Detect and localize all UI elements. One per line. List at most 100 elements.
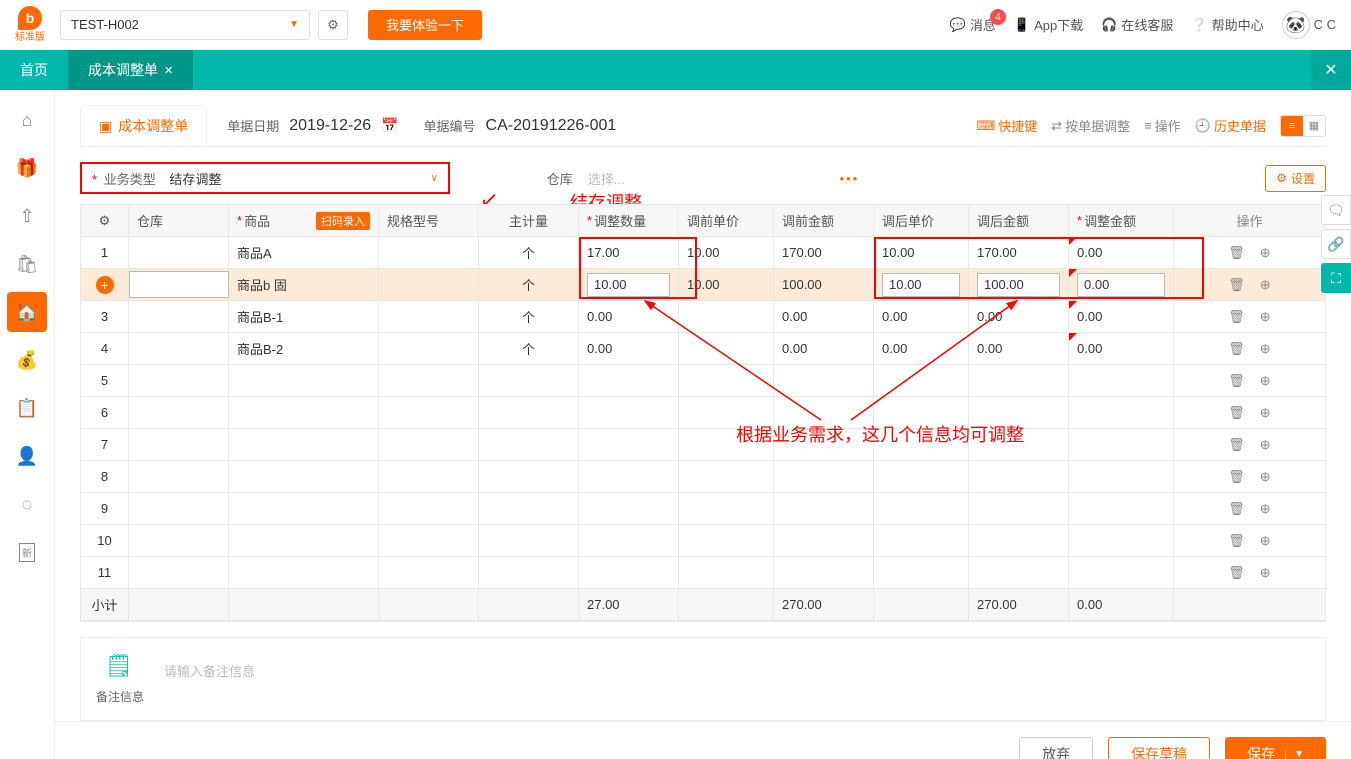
col-spec: 规格型号: [379, 205, 479, 236]
sidebar-gift[interactable]: 🎁: [7, 148, 47, 188]
copy-row-button[interactable]: ⊕: [1260, 341, 1271, 357]
rail-expand[interactable]: ⛶: [1321, 263, 1351, 293]
notes-icon: 🗒: [105, 653, 135, 683]
table-row[interactable]: 4商品B-2个0.000.000.000.000.00🗑⊕: [81, 333, 1325, 365]
copy-row-button[interactable]: ⊕: [1260, 501, 1271, 517]
delete-row-button[interactable]: 🗑: [1228, 277, 1245, 293]
more-icon[interactable]: •••: [840, 171, 860, 186]
warehouse-icon: 🏠: [16, 302, 38, 323]
history-link[interactable]: 🕘历史单据: [1195, 116, 1266, 135]
copy-row-button[interactable]: ⊕: [1260, 405, 1271, 421]
org-select-value: TEST-H002: [71, 17, 139, 32]
sidebar-loading[interactable]: ◌: [7, 484, 47, 524]
close-icon[interactable]: ✕: [164, 64, 173, 77]
copy-row-button[interactable]: ⊕: [1260, 469, 1271, 485]
copy-row-button[interactable]: ⊕: [1260, 565, 1271, 581]
delete-row-button[interactable]: 🗑: [1228, 469, 1245, 485]
table-header: ⚙ 仓库 *商品扫码录入 规格型号 主计量 *调整数量 调前单价 调前金额 调后…: [81, 205, 1325, 237]
rail-note[interactable]: 🗨: [1321, 195, 1351, 225]
scan-button[interactable]: 扫码录入: [316, 212, 370, 230]
operation-link[interactable]: ≡操作: [1144, 116, 1181, 135]
app-download-link[interactable]: 📱 App下载: [1014, 15, 1083, 34]
org-settings-button[interactable]: ⚙: [318, 10, 348, 40]
copy-row-button[interactable]: ⊕: [1260, 373, 1271, 389]
delete-row-button[interactable]: 🗑: [1228, 533, 1245, 549]
table-row[interactable]: 3商品B-1个0.000.000.000.000.00🗑⊕: [81, 301, 1325, 333]
biztype-select[interactable]: * 业务类型 结存调整 ∨: [80, 162, 450, 194]
rail-link[interactable]: 🔗: [1321, 229, 1351, 259]
sidebar-new[interactable]: 新: [7, 532, 47, 572]
add-row-button[interactable]: +: [96, 276, 114, 294]
logo-icon: b: [18, 6, 42, 30]
service-link[interactable]: 🎧 在线客服: [1101, 15, 1173, 34]
link-icon: 🔗: [1327, 236, 1344, 253]
table-row[interactable]: 1商品A个17.0010.00170.0010.00170.000.00🗑⊕: [81, 237, 1325, 269]
copy-row-button[interactable]: ⊕: [1260, 277, 1271, 293]
tab-home[interactable]: 首页: [0, 50, 68, 90]
delete-row-button[interactable]: 🗑: [1228, 437, 1245, 453]
copy-row-button[interactable]: ⊕: [1260, 533, 1271, 549]
main: ▣ 成本调整单 单据日期 2019-12-26 📅 单据编号 CA-201912…: [55, 90, 1351, 759]
sidebar-upload[interactable]: ⇧: [7, 196, 47, 236]
table-row[interactable]: 10🗑⊕: [81, 525, 1325, 557]
table-row[interactable]: 11🗑⊕: [81, 557, 1325, 589]
doc-icon: ▣: [99, 118, 112, 135]
try-button[interactable]: 我要体验一下: [368, 10, 482, 40]
doc-no-label: 单据编号: [424, 116, 476, 135]
delete-row-button[interactable]: 🗑: [1228, 373, 1245, 389]
sidebar-warehouse[interactable]: 🏠: [7, 292, 47, 332]
delete-row-button[interactable]: 🗑: [1228, 565, 1245, 581]
view-list[interactable]: ≡: [1281, 116, 1303, 136]
date-label: 单据日期: [227, 116, 279, 135]
col-warehouse: 仓库: [129, 205, 229, 236]
delete-row-button[interactable]: 🗑: [1228, 501, 1245, 517]
table-row[interactable]: 6🗑⊕: [81, 397, 1325, 429]
save-button[interactable]: 保存 ▼: [1225, 737, 1326, 759]
tab-cost-adjust[interactable]: 成本调整单 ✕: [68, 50, 193, 90]
col-op: 操作: [1174, 205, 1325, 236]
table-row[interactable]: 8🗑⊕: [81, 461, 1325, 493]
user-menu[interactable]: 🐼 C C: [1282, 11, 1336, 39]
date-value[interactable]: 2019-12-26: [289, 117, 371, 135]
sidebar-contact[interactable]: 👤: [7, 436, 47, 476]
org-select[interactable]: TEST-H002 ▼: [60, 10, 310, 40]
copy-row-button[interactable]: ⊕: [1260, 437, 1271, 453]
sidebar-home[interactable]: ⌂: [7, 100, 47, 140]
message-badge: 4: [990, 9, 1006, 25]
table-row[interactable]: 5🗑⊕: [81, 365, 1325, 397]
contact-icon: 👤: [16, 446, 38, 467]
table-row[interactable]: 9🗑⊕: [81, 493, 1325, 525]
annotation-text-2: 根据业务需求，这几个信息均可调整: [736, 421, 1024, 447]
help-link[interactable]: ❔ 帮助中心: [1191, 15, 1263, 34]
header: b 标准版 TEST-H002 ▼ ⚙ 我要体验一下 💬 消息 4 📱 App下…: [0, 0, 1351, 50]
copy-row-button[interactable]: ⊕: [1260, 309, 1271, 325]
discard-button[interactable]: 放弃: [1019, 737, 1093, 759]
doc-tab[interactable]: ▣ 成本调整单: [80, 105, 207, 146]
save-draft-button[interactable]: 保存草稿: [1108, 737, 1210, 759]
sidebar-bag[interactable]: 🛍: [7, 244, 47, 284]
delete-row-button[interactable]: 🗑: [1228, 405, 1245, 421]
col-adj: *调整金额: [1069, 205, 1174, 236]
delete-row-button[interactable]: 🗑: [1228, 341, 1245, 357]
wh-filter-select[interactable]: 选择...: [588, 169, 625, 188]
bydoc-link[interactable]: ⇄按单据调整: [1051, 116, 1130, 135]
messages-link[interactable]: 💬 消息 4: [950, 15, 996, 34]
tabbar-close-button[interactable]: ✕: [1311, 50, 1351, 90]
sidebar-money[interactable]: 💰: [7, 340, 47, 380]
phone-icon: 📱: [1014, 17, 1030, 33]
calendar-icon[interactable]: 📅: [381, 117, 398, 134]
shortcut-link[interactable]: ⌨快捷键: [976, 116, 1037, 135]
col-post-price: 调后单价: [874, 205, 969, 236]
delete-row-button[interactable]: 🗑: [1228, 309, 1245, 325]
table-row[interactable]: 7🗑⊕: [81, 429, 1325, 461]
view-grid[interactable]: ▦: [1303, 116, 1325, 136]
settings-button[interactable]: ⚙ 设置: [1265, 165, 1326, 192]
copy-row-button[interactable]: ⊕: [1260, 245, 1271, 261]
remarks-input[interactable]: 请输入备注信息: [164, 653, 255, 680]
table-row[interactable]: +商品b 固个10.0010.00100.0010.00100.000.00🗑⊕: [81, 269, 1325, 301]
sidebar-clipboard[interactable]: 📋: [7, 388, 47, 428]
col-settings[interactable]: ⚙: [81, 205, 129, 236]
delete-row-button[interactable]: 🗑: [1228, 245, 1245, 261]
history-icon: 🕘: [1195, 118, 1211, 134]
bag-icon: 🛍: [16, 254, 39, 275]
